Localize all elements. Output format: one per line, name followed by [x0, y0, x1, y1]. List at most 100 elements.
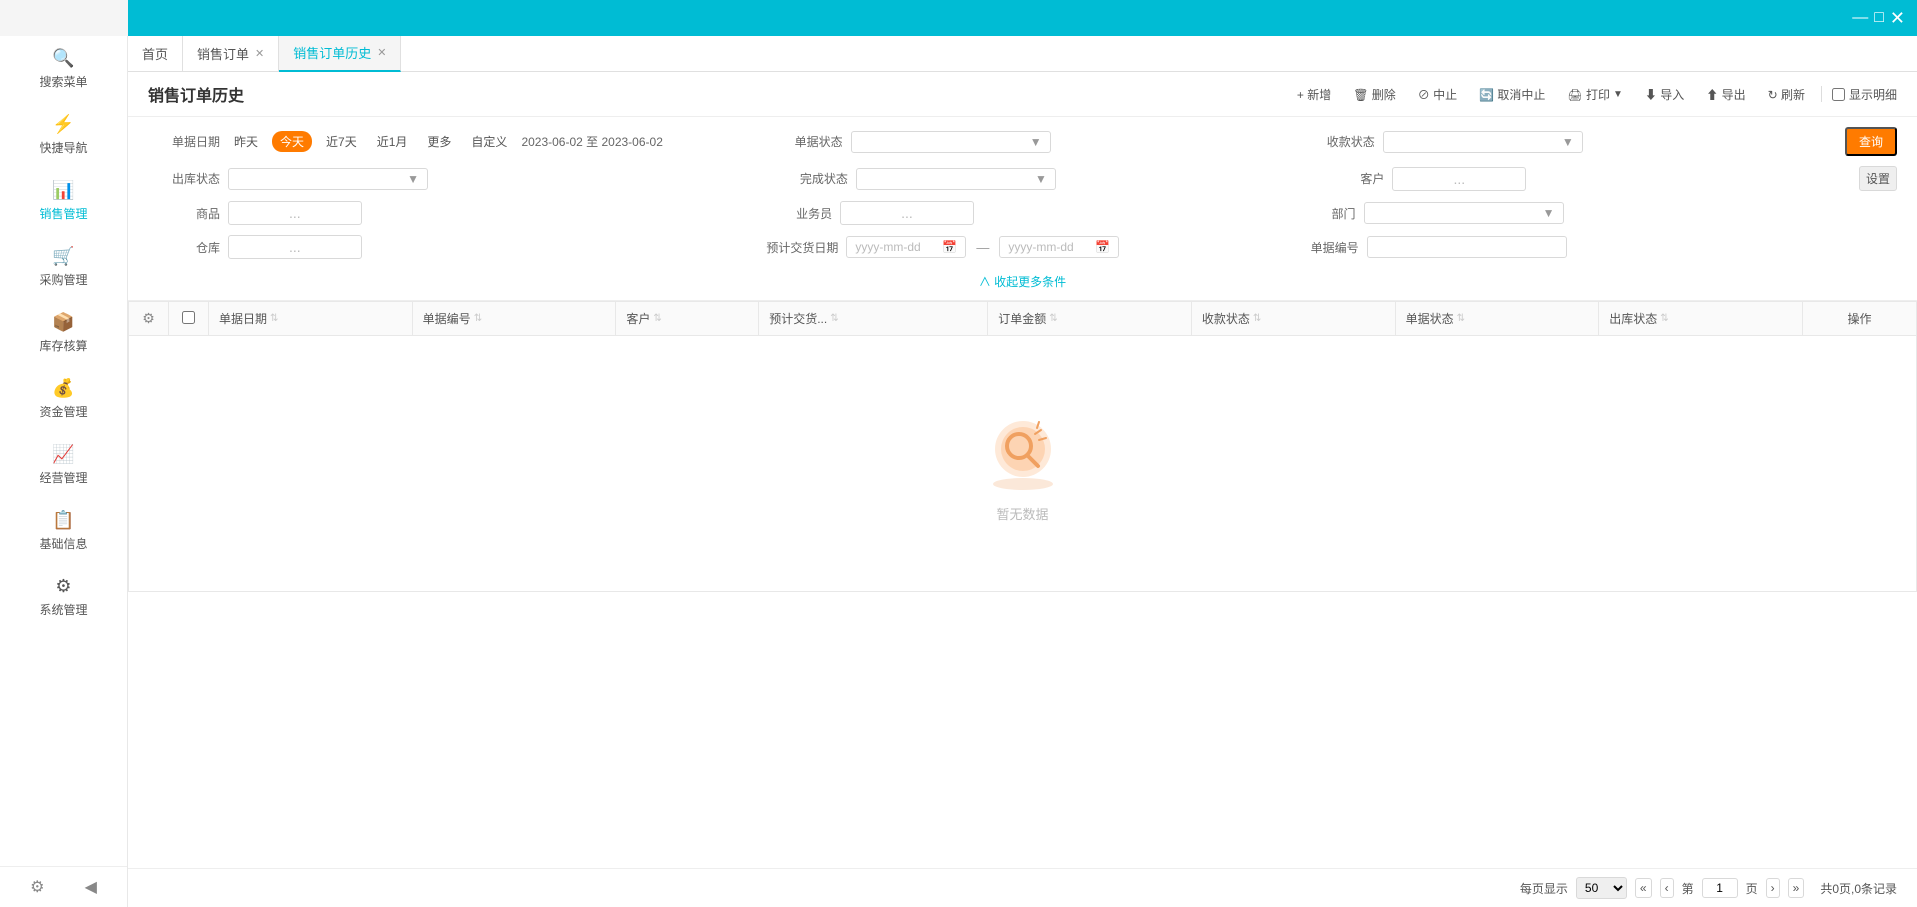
warehouse-ellipsis[interactable]: ... [228, 235, 362, 259]
goods-label: 商品 [148, 205, 228, 222]
window-close-btn[interactable]: ✕ [1890, 8, 1905, 29]
stop-btn[interactable]: ⊘ 中止 [1412, 83, 1463, 106]
inventory-icon: 📦 [52, 312, 74, 333]
tab-sales-order-history[interactable]: 销售订单历史 ✕ [279, 36, 401, 72]
date-7days-btn[interactable]: 近7天 [320, 131, 363, 152]
prev-page-btn[interactable]: ‹ [1660, 878, 1674, 898]
sidebar-collapse-icon[interactable]: ◀ [85, 877, 97, 897]
sort-icon5: ⇅ [1049, 313, 1057, 324]
stock-out-label: 出库状态 [148, 170, 228, 187]
order-status-select[interactable]: ▼ [851, 131, 1051, 153]
page-input[interactable] [1702, 878, 1738, 898]
next-page-btn[interactable]: › [1766, 878, 1780, 898]
col-delivery-sort[interactable]: 预计交货... ⇅ [769, 310, 977, 327]
col-order-status-label: 单据状态 [1406, 310, 1454, 327]
sales-rep-label: 业务员 [760, 205, 840, 222]
sales-rep-ellipsis[interactable]: ... [840, 201, 974, 225]
chevron-down-icon: ▼ [1613, 89, 1623, 100]
col-receipt-status-sort[interactable]: 收款状态 ⇅ [1202, 310, 1385, 327]
cancel-stop-btn[interactable]: 🔄 取消中止 [1473, 83, 1551, 106]
calendar-icon2: 📅 [1095, 240, 1110, 254]
query-btn[interactable]: 查询 [1845, 127, 1897, 156]
date-custom-btn[interactable]: 自定义 [465, 131, 513, 152]
chevron-down-icon2: ▼ [1562, 135, 1574, 149]
sidebar-item-operation[interactable]: 📈 经营管理 [0, 432, 127, 498]
dept-select[interactable]: ▼ [1364, 202, 1564, 224]
show-detail-checkbox[interactable] [1832, 88, 1845, 101]
chevron-down-icon3: ▼ [407, 172, 419, 186]
system-icon: ⚙ [55, 576, 71, 597]
refresh-btn[interactable]: ↻ 刷新 [1762, 83, 1811, 106]
goods-ellipsis[interactable]: ... [228, 201, 362, 225]
table-area: ⚙ 单据日期 ⇅ 单据编号 [128, 301, 1917, 868]
table-settings-btn[interactable]: ⚙ [142, 310, 155, 326]
import-btn[interactable]: ⬇ 导入 [1639, 83, 1690, 106]
last-page-btn[interactable]: » [1788, 878, 1805, 898]
sort-icon8: ⇅ [1660, 313, 1668, 324]
sort-icon6: ⇅ [1253, 313, 1261, 324]
collapse-btn[interactable]: ∧ 收起更多条件 [148, 269, 1897, 294]
settings-btn[interactable]: 设置 [1859, 166, 1897, 191]
date-range-display: 2023-06-02 至 2023-06-02 [521, 133, 662, 150]
tab-sales-order-close[interactable]: ✕ [255, 47, 264, 60]
col-no-sort[interactable]: 单据编号 ⇅ [423, 310, 606, 327]
filter-area: 单据日期 昨天 今天 近7天 近1月 更多 自定义 2023-06-02 至 2… [128, 117, 1917, 301]
sidebar-item-purchase[interactable]: 🛒 采购管理 [0, 234, 127, 300]
delivery-date-start[interactable]: yyyy-mm-dd 📅 [846, 236, 966, 258]
empty-illustration [973, 404, 1073, 504]
date-more-btn[interactable]: 更多 [421, 131, 457, 152]
sidebar-item-search[interactable]: 🔍 搜索菜单 [0, 36, 127, 102]
tab-sales-order-history-close[interactable]: ✕ [377, 46, 386, 59]
tab-sales-order[interactable]: 销售订单 ✕ [183, 36, 279, 72]
empty-text: 暂无数据 [996, 504, 1048, 523]
col-receipt-status-label: 收款状态 [1202, 310, 1250, 327]
delivery-date-end[interactable]: yyyy-mm-dd 📅 [999, 236, 1119, 258]
date-yesterday-btn[interactable]: 昨天 [228, 131, 264, 152]
col-date-sort[interactable]: 单据日期 ⇅ [219, 310, 402, 327]
delete-btn[interactable]: 🗑 删除 [1347, 83, 1402, 106]
complete-label: 完成状态 [776, 170, 856, 187]
delivery-date-label: 预计交货日期 [756, 239, 846, 256]
tab-bar: 首页 销售订单 ✕ 销售订单历史 ✕ [128, 36, 1917, 72]
first-page-btn[interactable]: « [1635, 878, 1652, 898]
window-minimize-btn[interactable]: — [1852, 9, 1868, 27]
empty-state: 暂无数据 [139, 344, 1906, 583]
date-range-separator: — [972, 240, 993, 255]
stock-out-select[interactable]: ▼ [228, 168, 428, 190]
sidebar-item-system[interactable]: ⚙ 系统管理 [0, 564, 127, 630]
col-customer-sort[interactable]: 客户 ⇅ [626, 310, 748, 327]
col-amount-sort[interactable]: 订单金额 ⇅ [998, 310, 1181, 327]
date-1month-btn[interactable]: 近1月 [371, 131, 414, 152]
show-detail-check[interactable]: 显示明细 [1832, 86, 1897, 103]
sidebar-item-quick-nav[interactable]: ⚡ 快捷导航 [0, 102, 127, 168]
col-action-label: 操作 [1847, 312, 1871, 326]
tab-home[interactable]: 首页 [128, 36, 183, 72]
date-label: 单据日期 [148, 133, 228, 150]
sidebar-item-finance[interactable]: 💰 资金管理 [0, 366, 127, 432]
col-date-label: 单据日期 [219, 310, 267, 327]
chevron-down-icon4: ▼ [1035, 172, 1047, 186]
select-all-checkbox[interactable] [182, 311, 195, 324]
print-btn[interactable]: 🖨 打印 ▼ [1561, 83, 1628, 106]
customer-ellipsis[interactable]: ... [1392, 167, 1526, 191]
receipt-status-select[interactable]: ▼ [1383, 131, 1583, 153]
order-no-input[interactable] [1367, 236, 1567, 258]
order-status-label: 单据状态 [771, 133, 851, 150]
col-stock-status-sort[interactable]: 出库状态 ⇅ [1609, 310, 1792, 327]
export-btn[interactable]: ⬆ 导出 [1700, 83, 1751, 106]
sort-icon2: ⇅ [474, 313, 482, 324]
complete-select[interactable]: ▼ [856, 168, 1056, 190]
new-btn[interactable]: + 新增 [1291, 83, 1337, 106]
sidebar-settings-icon[interactable]: ⚙ [30, 877, 44, 897]
page-title: 销售订单历史 [148, 82, 244, 106]
window-maximize-btn[interactable]: □ [1874, 9, 1884, 27]
per-page-select[interactable]: 50 10 20 100 [1576, 877, 1627, 899]
sidebar-item-inventory[interactable]: 📦 库存核算 [0, 300, 127, 366]
date-today-btn[interactable]: 今天 [272, 131, 312, 152]
sidebar-item-sales[interactable]: 📊 销售管理 [0, 168, 127, 234]
purchase-icon: 🛒 [52, 246, 74, 267]
sidebar-item-basic-info[interactable]: 📋 基础信息 [0, 498, 127, 564]
col-order-status-sort[interactable]: 单据状态 ⇅ [1406, 310, 1589, 327]
chevron-up-icon: ∧ [979, 275, 994, 289]
page-label: 第 [1682, 880, 1694, 897]
